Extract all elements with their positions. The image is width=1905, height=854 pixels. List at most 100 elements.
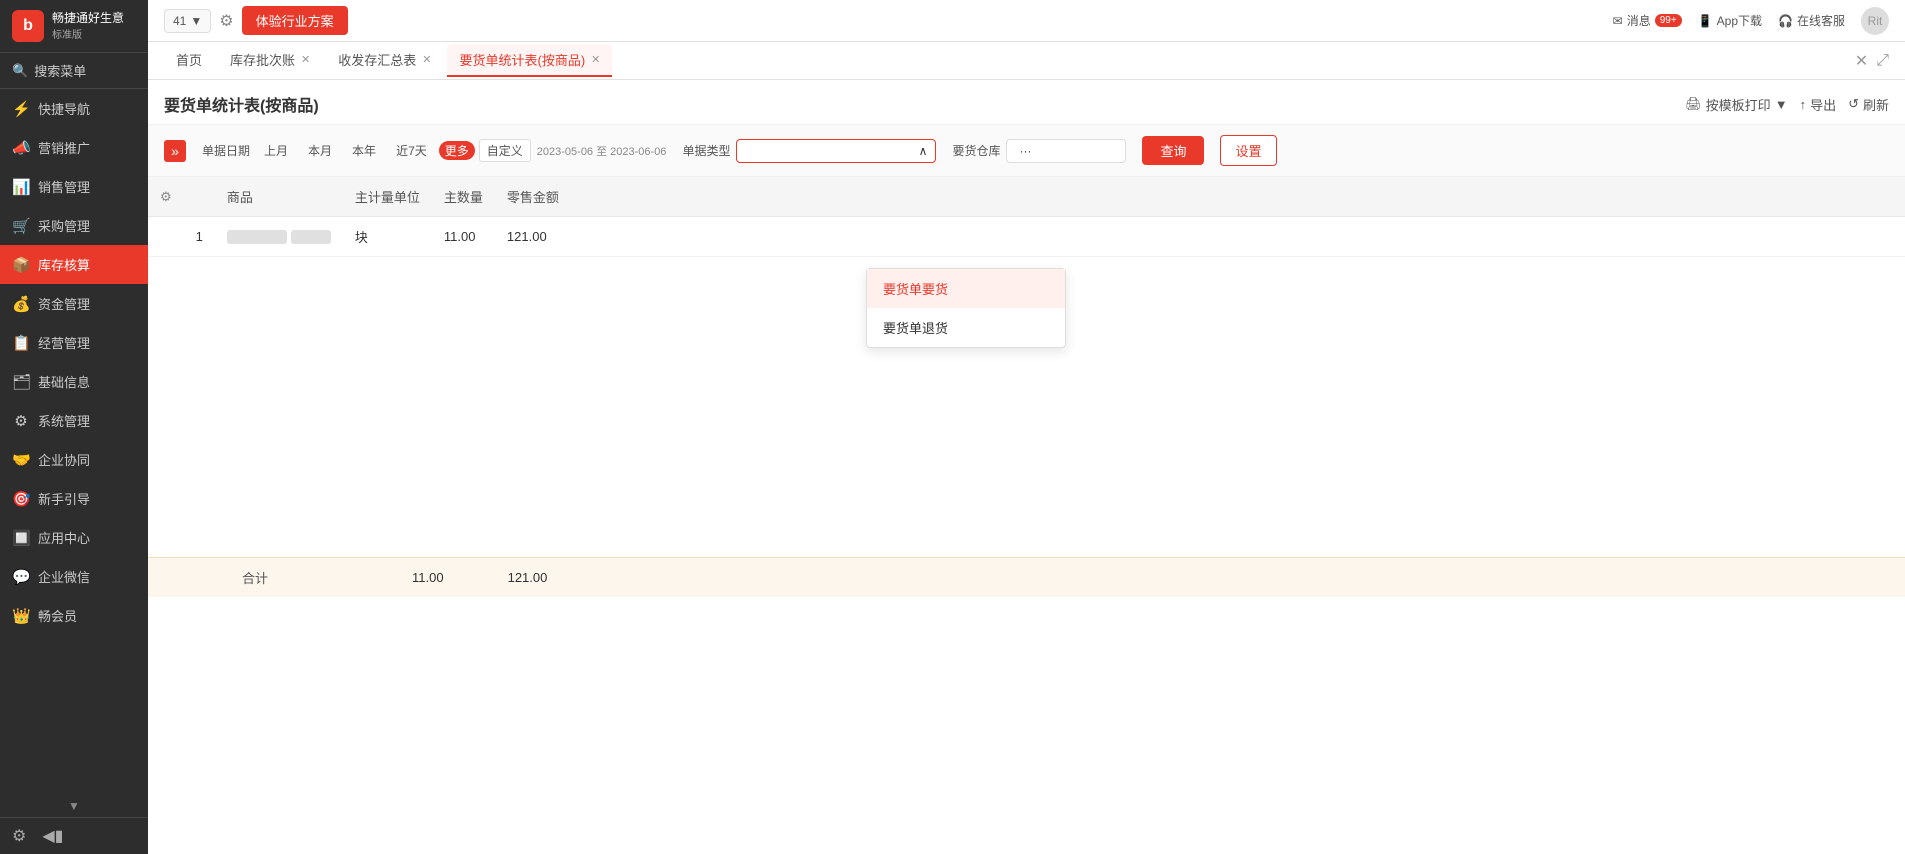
print-template-btn[interactable]: 🖨 按模板打印 ▼ <box>1685 95 1787 114</box>
doc-type-label: 单据类型 <box>682 142 730 159</box>
message-btn[interactable]: ✉ 消息 99+ <box>1613 12 1682 29</box>
sidebar-item-basics[interactable]: 🗂 基础信息 <box>0 362 148 401</box>
apps-icon: 🔲 <box>12 529 30 547</box>
warehouse-filter: 要货仓库 ··· <box>952 139 1126 163</box>
logo-icon: b <box>12 10 44 42</box>
row-unit-cell: 块 <box>343 217 432 257</box>
sidebar-item-label: 基础信息 <box>38 372 90 391</box>
app-download-btn[interactable]: 📱 App下载 <box>1698 12 1762 29</box>
col-header-unit: 主计量单位 <box>343 177 432 217</box>
tab-home[interactable]: 首页 <box>164 44 214 77</box>
tab-batch-account-close[interactable]: ✕ <box>301 53 310 66</box>
sidebar: b 畅捷通好生意 标准版 🔍 搜索菜单 ⚡ 快捷导航 📣 营销推广 📊 销售管理… <box>0 0 148 854</box>
date-filter-group: 单据日期 上月 本月 本年 近7天 更多 自定义 2023-05-06 至 20… <box>202 139 666 162</box>
sidebar-item-label: 销售管理 <box>38 177 90 196</box>
dropdown-item-order-return[interactable]: 要货单退货 <box>867 308 1065 347</box>
chevron-up-icon: ∧ <box>919 144 928 158</box>
sidebar-item-label: 应用中心 <box>38 528 90 547</box>
sidebar-item-quick-nav[interactable]: ⚡ 快捷导航 <box>0 89 148 128</box>
user-avatar[interactable]: Rit <box>1861 7 1889 35</box>
logo-sub: 标准版 <box>52 26 124 41</box>
filter-bar: » 单据日期 上月 本月 本年 近7天 更多 自定义 2023-05-06 至 … <box>148 125 1905 177</box>
sidebar-item-marketing[interactable]: 📣 营销推广 <box>0 128 148 167</box>
company-selector[interactable]: 41 ▼ <box>164 9 211 33</box>
data-table-container: ⚙ 商品 主计量单位 主数量 零售金额 1 <box>148 177 1905 257</box>
sidebar-item-inventory[interactable]: 📦 库存核算 <box>0 245 148 284</box>
sidebar-item-label: 企业协同 <box>38 450 90 469</box>
finance-icon: 💰 <box>12 295 30 313</box>
trial-button[interactable]: 体验行业方案 <box>242 6 348 35</box>
message-badge: 99+ <box>1655 14 1682 27</box>
tab-receive-summary[interactable]: 收发存汇总表 ✕ <box>326 44 443 77</box>
export-btn[interactable]: ↑ 导出 <box>1800 95 1837 114</box>
collapse-icon[interactable]: ◀▮ <box>42 826 63 846</box>
footer-amount: 121.00 <box>496 570 560 585</box>
warehouse-select[interactable]: ··· <box>1006 139 1126 163</box>
tab-batch-account[interactable]: 库存批次账 ✕ <box>218 44 322 77</box>
sidebar-item-sales[interactable]: 📊 销售管理 <box>0 167 148 206</box>
message-icon: ✉ <box>1613 14 1623 28</box>
sidebar-item-purchase[interactable]: 🛒 采购管理 <box>0 206 148 245</box>
tabbar: 首页 库存批次账 ✕ 收发存汇总表 ✕ 要货单统计表(按商品) ✕ ✕ ⤢ <box>148 42 1905 80</box>
col-header-settings[interactable]: ⚙ <box>148 177 184 217</box>
product-code-blur <box>291 230 331 244</box>
sidebar-item-wechat[interactable]: 💬 企业微信 <box>0 557 148 596</box>
export-label: 导出 <box>1810 95 1836 114</box>
dropdown-item-order-goods[interactable]: 要货单要货 <box>867 269 1065 308</box>
close-all-tabs-icon[interactable]: ✕ <box>1855 51 1868 71</box>
search-menu[interactable]: 🔍 搜索菜单 <box>0 53 148 89</box>
refresh-btn[interactable]: ↺ 刷新 <box>1848 95 1889 114</box>
tab-expand-icon[interactable]: ⤢ <box>1876 52 1889 70</box>
purchase-icon: 🛒 <box>12 217 30 235</box>
date-btn-last-7-days[interactable]: 近7天 <box>388 139 435 162</box>
row-settings-cell <box>148 217 184 257</box>
sidebar-logo: b 畅捷通好生意 标准版 <box>0 0 148 53</box>
sidebar-item-system[interactable]: ⚙ 系统管理 <box>0 401 148 440</box>
sidebar-item-label: 资金管理 <box>38 294 90 313</box>
doc-type-select[interactable]: ∧ <box>736 139 936 163</box>
system-icon: ⚙ <box>12 412 30 430</box>
enterprise-icon: 🤝 <box>12 451 30 469</box>
topbar: 41 ▼ ⚙ 体验行业方案 ✉ 消息 99+ 📱 App下载 🎧 在线客服 Ri… <box>148 0 1905 42</box>
sidebar-scroll-down[interactable]: ▼ <box>0 795 148 817</box>
query-button[interactable]: 查询 <box>1142 136 1204 165</box>
page-header: 要货单统计表(按商品) 🖨 按模板打印 ▼ ↑ 导出 ↺ 刷新 <box>148 80 1905 125</box>
chevron-down-icon: ▼ <box>190 14 202 28</box>
date-btn-this-month[interactable]: 本月 <box>300 139 340 162</box>
sidebar-bottom: ⚙ ◀▮ <box>0 817 148 854</box>
tab-order-summary[interactable]: 要货单统计表(按商品) ✕ <box>447 44 612 77</box>
sidebar-item-member[interactable]: 👑 畅会员 <box>0 596 148 635</box>
sidebar-item-finance[interactable]: 💰 资金管理 <box>0 284 148 323</box>
logo-title: 畅捷通好生意 <box>52 11 124 27</box>
online-service-btn[interactable]: 🎧 在线客服 <box>1778 12 1845 29</box>
tab-home-label: 首页 <box>176 50 202 69</box>
phone-icon: 📱 <box>1698 14 1713 28</box>
service-icon: 🎧 <box>1778 14 1793 28</box>
tab-order-summary-close[interactable]: ✕ <box>591 53 600 66</box>
sidebar-item-enterprise[interactable]: 🤝 企业协同 <box>0 440 148 479</box>
inventory-icon: 📦 <box>12 256 30 274</box>
sidebar-item-operations[interactable]: 📋 经营管理 <box>0 323 148 362</box>
sidebar-item-apps[interactable]: 🔲 应用中心 <box>0 518 148 557</box>
date-btn-this-year[interactable]: 本年 <box>344 139 384 162</box>
product-name-blur <box>227 230 287 244</box>
settings-bottom-icon[interactable]: ⚙ <box>12 826 26 846</box>
expand-filter-button[interactable]: » <box>164 140 186 162</box>
settings-button[interactable]: 设置 <box>1220 135 1276 166</box>
sidebar-item-newbie[interactable]: 🎯 新手引导 <box>0 479 148 518</box>
date-btn-more[interactable]: 更多 <box>439 141 475 160</box>
sidebar-nav: ⚡ 快捷导航 📣 营销推广 📊 销售管理 🛒 采购管理 📦 库存核算 💰 资金管… <box>0 89 148 795</box>
date-btn-last-month[interactable]: 上月 <box>256 139 296 162</box>
tab-receive-summary-label: 收发存汇总表 <box>338 50 416 69</box>
topbar-settings-icon[interactable]: ⚙ <box>219 11 233 31</box>
date-btn-custom[interactable]: 自定义 <box>479 139 531 162</box>
tab-receive-summary-close[interactable]: ✕ <box>422 53 431 66</box>
tab-batch-account-label: 库存批次账 <box>230 50 295 69</box>
sidebar-item-label: 采购管理 <box>38 216 90 235</box>
sidebar-item-label: 经营管理 <box>38 333 90 352</box>
marketing-icon: 📣 <box>12 139 30 157</box>
content-area: 要货单统计表(按商品) 🖨 按模板打印 ▼ ↑ 导出 ↺ 刷新 <box>148 80 1905 854</box>
export-icon: ↑ <box>1800 97 1807 112</box>
more-filters-icon: ··· <box>1019 144 1031 158</box>
topbar-right: ✉ 消息 99+ 📱 App下载 🎧 在线客服 Rit <box>1613 7 1889 35</box>
